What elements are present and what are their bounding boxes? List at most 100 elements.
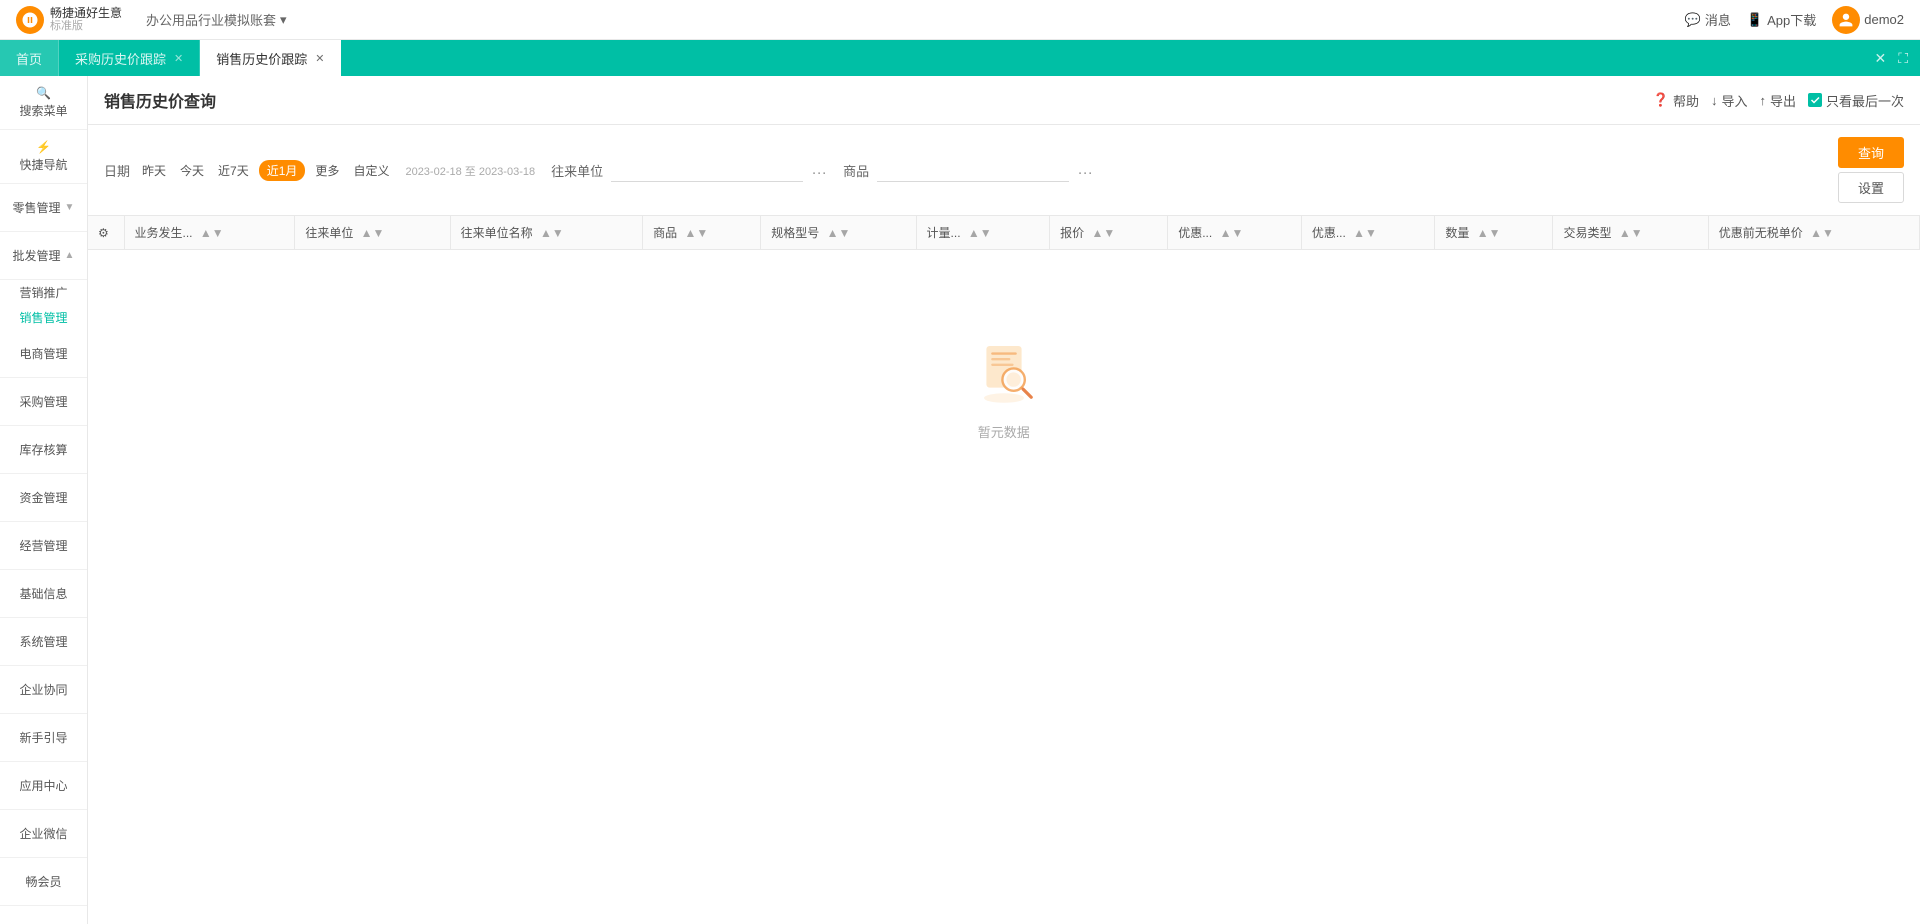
action-buttons: 查询 设置 (1838, 137, 1904, 203)
sidebar-item-ecom[interactable]: 电商管理 (0, 330, 87, 378)
tab-purchase[interactable]: 采购历史价跟踪 ✕ (59, 40, 200, 76)
logo-icon (16, 6, 44, 34)
sidebar-item-wechat[interactable]: 企业微信 (0, 810, 87, 858)
user-avatar[interactable]: demo2 (1832, 6, 1904, 34)
date-range-display: 2023-02-18 至 2023-03-18 (405, 163, 535, 179)
sidebar-item-wholesale[interactable]: 批发管理 ▲ (0, 232, 87, 280)
sidebar-item-sys[interactable]: 系统管理 (0, 618, 87, 666)
sidebar-item-ops[interactable]: 经营管理 (0, 522, 87, 570)
sort-icon: ▲▼ (1220, 226, 1244, 240)
only-last-checkbox[interactable]: 只看最后一次 (1808, 91, 1904, 110)
sort-icon: ▲▼ (1810, 226, 1834, 240)
sort-icon: ▲▼ (685, 226, 709, 240)
date-option-7days[interactable]: 近7天 (214, 160, 253, 181)
sidebar: 🔍 搜索菜单 ⚡ 快捷导航 零售管理 ▼ 批发管理 ▲ 营销推广 销售管理 电商… (0, 76, 88, 924)
help-button[interactable]: ❓ 帮助 (1653, 91, 1699, 110)
sidebar-item-corp[interactable]: 企业协同 (0, 666, 87, 714)
sort-icon: ▲▼ (361, 226, 385, 240)
sort-icon: ▲▼ (1092, 226, 1116, 240)
goods-input[interactable] (877, 158, 1069, 182)
tabbar: 首页 采购历史价跟踪 ✕ 销售历史价跟踪 ✕ ✕ ⛶ (0, 40, 1920, 76)
checkbox-icon (1808, 93, 1822, 107)
tab-sales-close[interactable]: ✕ (315, 52, 324, 65)
date-option-yesterday[interactable]: 昨天 (138, 160, 170, 181)
col-notax-price[interactable]: 优惠前无税单价 ▲▼ (1708, 216, 1919, 250)
message-button[interactable]: 💬 消息 (1685, 10, 1731, 29)
sidebar-item-marketing[interactable]: 营销推广 (0, 280, 87, 305)
goods-label: 商品 (843, 161, 869, 180)
filter-bar: 日期 昨天 今天 近7天 近1月 更多 自定义 2023-02-18 至 202… (88, 125, 1920, 216)
settings-button[interactable]: 设置 (1838, 172, 1904, 203)
table-settings-icon[interactable]: ⚙ (98, 226, 109, 240)
wholesale-expand-icon: ▲ (65, 250, 75, 261)
col-biz-date[interactable]: 业务发生... ▲▼ (124, 216, 295, 250)
retail-expand-icon: ▼ (65, 202, 75, 213)
import-button[interactable]: ↓ 导入 (1711, 91, 1748, 110)
sidebar-item-search[interactable]: 🔍 搜索菜单 (0, 76, 87, 130)
col-unit[interactable]: 计量... ▲▼ (916, 216, 1050, 250)
sort-icon: ▲▼ (968, 226, 992, 240)
avatar (1832, 6, 1860, 34)
topbar-left: 畅捷通好生意 标准版 办公用品行业模拟账套 ▾ (16, 6, 287, 34)
sidebar-item-quicknav[interactable]: ⚡ 快捷导航 (0, 130, 87, 184)
topbar: 畅捷通好生意 标准版 办公用品行业模拟账套 ▾ 💬 消息 📱 App下载 dem… (0, 0, 1920, 40)
tab-home[interactable]: 首页 (0, 40, 59, 76)
tab-home-label: 首页 (16, 49, 42, 68)
goods-dots: … (1077, 161, 1093, 179)
empty-state: 暂元数据 (88, 250, 1920, 521)
topbar-right: 💬 消息 📱 App下载 demo2 (1685, 6, 1904, 34)
date-option-more[interactable]: 更多 (311, 160, 343, 181)
close-all-tabs-button[interactable]: ✕ (1870, 46, 1890, 71)
col-unit-code[interactable]: 往来单位 ▲▼ (295, 216, 450, 250)
source-input[interactable] (611, 158, 803, 182)
col-qty[interactable]: 数量 ▲▼ (1435, 216, 1553, 250)
col-discount2[interactable]: 优惠... ▲▼ (1301, 216, 1435, 250)
col-spec[interactable]: 规格型号 ▲▼ (761, 216, 916, 250)
import-icon: ↓ (1711, 93, 1718, 108)
col-discount1[interactable]: 优惠... ▲▼ (1168, 216, 1302, 250)
sidebar-item-apps[interactable]: 应用中心 (0, 762, 87, 810)
tab-actions: ✕ ⛶ (1870, 40, 1920, 76)
sidebar-item-basic[interactable]: 基础信息 (0, 570, 87, 618)
sidebar-item-retail[interactable]: 零售管理 ▼ (0, 184, 87, 232)
empty-illustration (964, 330, 1044, 410)
source-dots: … (811, 161, 827, 179)
app-download-button[interactable]: 📱 App下载 (1747, 10, 1816, 29)
logo-area: 畅捷通好生意 标准版 (16, 6, 122, 34)
sidebar-item-purchase[interactable]: 采购管理 (0, 378, 87, 426)
goods-filter-group: 商品 … (843, 158, 1093, 182)
table-container: ⚙ 业务发生... ▲▼ 往来单位 ▲▼ 往来单位名称 ▲▼ (88, 216, 1920, 924)
page-header: 销售历史价查询 ❓ 帮助 ↓ 导入 ↑ 导出 只看 (88, 76, 1920, 125)
tab-purchase-close[interactable]: ✕ (174, 52, 183, 65)
date-option-1month[interactable]: 近1月 (259, 160, 306, 181)
query-button[interactable]: 查询 (1838, 137, 1904, 168)
sidebar-item-inventory[interactable]: 库存核算 (0, 426, 87, 474)
sidebar-item-vip[interactable]: 畅会员 (0, 858, 87, 906)
sort-icon: ▲▼ (540, 226, 564, 240)
date-label: 日期 (104, 161, 130, 180)
col-price[interactable]: 报价 ▲▼ (1050, 216, 1168, 250)
date-option-today[interactable]: 今天 (176, 160, 208, 181)
chevron-down-icon: ▾ (280, 12, 287, 28)
sort-icon: ▲▼ (827, 226, 851, 240)
col-unit-name[interactable]: 往来单位名称 ▲▼ (450, 216, 643, 250)
tab-sales[interactable]: 销售历史价跟踪 ✕ (200, 40, 341, 76)
date-options: 昨天 今天 近7天 近1月 更多 自定义 (138, 160, 393, 181)
date-option-custom[interactable]: 自定义 (349, 160, 393, 181)
date-filter-group: 日期 昨天 今天 近7天 近1月 更多 自定义 2023-02-18 至 202… (104, 160, 535, 181)
sort-icon: ▲▼ (1619, 226, 1643, 240)
export-button[interactable]: ↑ 导出 (1759, 91, 1796, 110)
fullscreen-button[interactable]: ⛶ (1894, 46, 1912, 71)
sidebar-item-finance[interactable]: 资金管理 (0, 474, 87, 522)
col-trade-type[interactable]: 交易类型 ▲▼ (1553, 216, 1708, 250)
logo-text: 畅捷通好生意 标准版 (50, 6, 122, 34)
sidebar-item-sales-mgmt[interactable]: 销售管理 (0, 305, 87, 330)
search-icon: 🔍 (36, 86, 51, 100)
empty-text: 暂元数据 (978, 422, 1030, 441)
col-goods[interactable]: 商品 ▲▼ (643, 216, 761, 250)
workspace-selector[interactable]: 办公用品行业模拟账套 ▾ (146, 10, 287, 29)
sort-icon: ▲▼ (1477, 226, 1501, 240)
sidebar-item-guide[interactable]: 新手引导 (0, 714, 87, 762)
col-settings: ⚙ (88, 216, 124, 250)
help-icon: ❓ (1653, 92, 1669, 108)
